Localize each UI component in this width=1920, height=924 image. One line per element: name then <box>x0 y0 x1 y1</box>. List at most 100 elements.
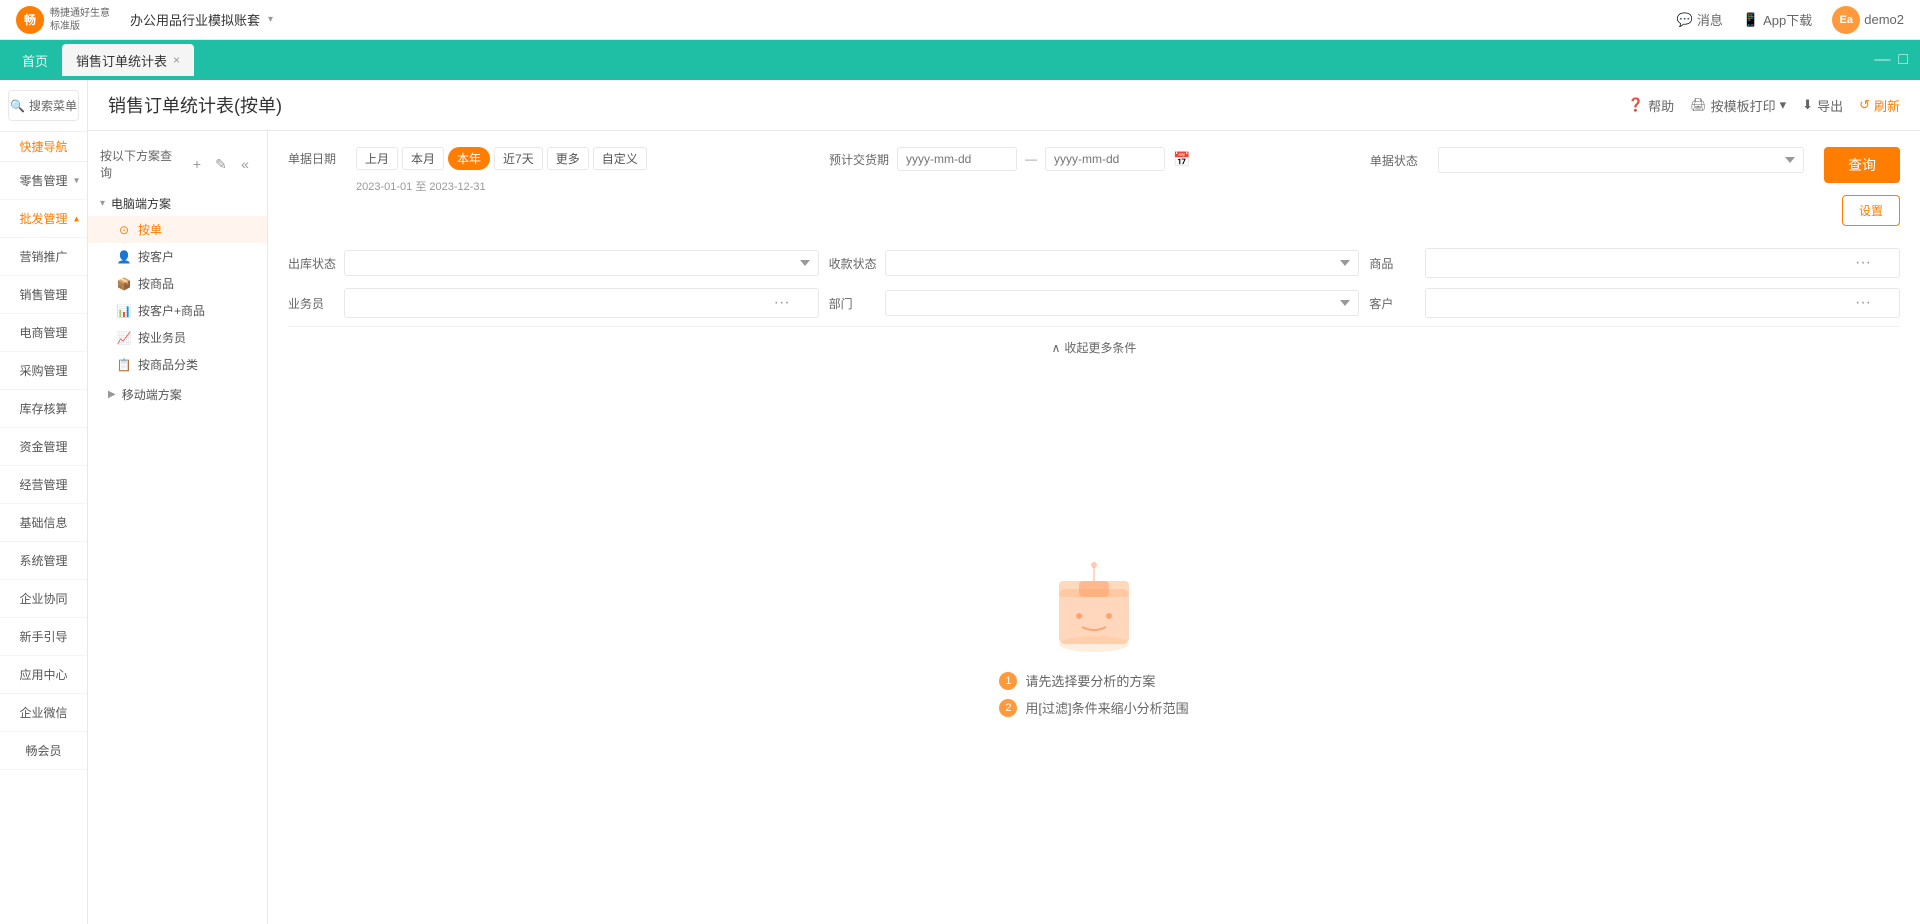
sidebar-item-wholesale[interactable]: 批发管理 ▴ <box>0 200 87 238</box>
calendar-icon[interactable]: 📅 <box>1173 151 1190 168</box>
pc-group-header[interactable]: ▾ 电脑端方案 <box>88 191 267 216</box>
sidebar-item-purchase[interactable]: 采购管理 <box>0 352 87 390</box>
product-dots-icon: ··· <box>1855 254 1871 272</box>
hint-item-1: 1 请先选择要分析的方案 <box>999 671 1188 690</box>
message-action[interactable]: 💬 消息 <box>1677 10 1723 29</box>
header-title: 办公用品行业模拟账套 <box>130 10 260 29</box>
print-btn[interactable]: 🖨 按模板打印 ▾ <box>1690 96 1786 115</box>
dept-select-wrapper <box>885 290 1360 316</box>
sidebar-item-system[interactable]: 系统管理 <box>0 542 87 580</box>
customer-multi-select[interactable]: ··· <box>1425 288 1900 318</box>
marketing-label: 营销推广 <box>19 248 67 265</box>
scheme-by-customer[interactable]: 👤 按客户 <box>88 243 267 270</box>
filter-row-2: 出库状态 收款状态 <box>288 248 1900 278</box>
help-icon: ❓ <box>1628 97 1644 113</box>
sidebar-item-finance[interactable]: 资金管理 <box>0 428 87 466</box>
scheme-by-product[interactable]: 📦 按商品 <box>88 270 267 297</box>
ship-status-select[interactable] <box>344 250 819 276</box>
sidebar-item-corp[interactable]: 企业协同 <box>0 580 87 618</box>
edit-scheme-btn[interactable]: ✎ <box>211 154 231 174</box>
retail-label: 零售管理 <box>19 172 67 189</box>
date-btn-custom[interactable]: 自定义 <box>593 147 647 170</box>
product-multi-select[interactable]: ··· <box>1425 248 1900 278</box>
help-btn[interactable]: ❓ 帮助 <box>1628 96 1674 115</box>
help-label: 帮助 <box>1648 96 1674 115</box>
tab-sales-order[interactable]: 销售订单统计表 × <box>62 44 194 76</box>
page-header-top: 销售订单统计表(按单) ❓ 帮助 🖨 按模板打印 ▾ ⬇ 导出 <box>108 92 1900 118</box>
by-cust-prod-label: 按客户+商品 <box>138 302 205 319</box>
status-filter-group: 单据状态 <box>1370 147 1804 173</box>
refresh-icon: ↺ <box>1859 97 1870 113</box>
delivery-date-to[interactable] <box>1045 147 1165 171</box>
sidebar-item-retail[interactable]: 零售管理 ▾ <box>0 162 87 200</box>
user-action[interactable]: Ea demo2 <box>1832 6 1904 34</box>
date-buttons: 上月 本月 本年 近7天 更多 自定义 <box>356 147 647 170</box>
member-label: 畅会员 <box>25 742 61 759</box>
sidebar-item-ecommerce[interactable]: 电商管理 <box>0 314 87 352</box>
main-layout: 🔍 搜索菜单 快捷导航 零售管理 ▾ 批发管理 ▴ 营销推广 销售管理 电商管理… <box>0 80 1920 924</box>
date-btn-last-month[interactable]: 上月 <box>356 147 398 170</box>
date-filter-group: 单据日期 上月 本月 本年 近7天 更多 自定义 2023-01-0 <box>288 147 809 194</box>
sidebar-item-member[interactable]: 畅会员 <box>0 732 87 770</box>
quick-nav-area: 快捷导航 <box>0 132 87 162</box>
tab-sales-label: 销售订单统计表 <box>76 51 167 70</box>
tab-bar-right: — □ <box>1874 51 1920 69</box>
window-min-btn[interactable]: — <box>1874 51 1890 69</box>
sidebar-item-apps[interactable]: 应用中心 <box>0 656 87 694</box>
date-btn-more[interactable]: 更多 <box>547 147 589 170</box>
date-btn-this-year[interactable]: 本年 <box>448 147 490 170</box>
scheme-by-category[interactable]: 📋 按商品分类 <box>88 351 267 378</box>
refresh-btn[interactable]: ↺ 刷新 <box>1859 96 1900 115</box>
collapse-panel-btn[interactable]: « <box>235 154 255 174</box>
by-customer-icon: 👤 <box>116 249 132 265</box>
pay-status-group: 收款状态 <box>829 248 1360 278</box>
scheme-by-order[interactable]: ⊙ 按单 <box>88 216 267 243</box>
by-category-label: 按商品分类 <box>138 356 198 373</box>
delivery-date-from[interactable] <box>897 147 1017 171</box>
app-download-action[interactable]: 📱 App下载 <box>1743 10 1812 29</box>
panel-header: 按以下方案查询 + ✎ « <box>88 141 267 187</box>
window-max-btn[interactable]: □ <box>1898 51 1908 69</box>
scheme-by-cust-prod[interactable]: 📊 按客户+商品 <box>88 297 267 324</box>
search-icon: 🔍 <box>10 99 25 113</box>
sidebar-item-inventory[interactable]: 库存核算 <box>0 390 87 428</box>
sidebar-item-operation[interactable]: 经营管理 <box>0 466 87 504</box>
sales-label: 销售管理 <box>19 286 67 303</box>
sidebar-item-basic[interactable]: 基础信息 <box>0 504 87 542</box>
dept-select[interactable] <box>885 290 1360 316</box>
ecommerce-label: 电商管理 <box>19 324 67 341</box>
sidebar-item-sales[interactable]: 销售管理 <box>0 276 87 314</box>
app-download-label: App下载 <box>1763 10 1812 29</box>
page-header: 销售订单统计表(按单) ❓ 帮助 🖨 按模板打印 ▾ ⬇ 导出 <box>88 80 1920 131</box>
tab-home[interactable]: 首页 <box>8 44 62 76</box>
tab-home-label: 首页 <box>22 51 48 70</box>
collapse-more-btn[interactable]: ∧ 收起更多条件 <box>1040 335 1149 360</box>
settings-button[interactable]: 设置 <box>1842 195 1900 226</box>
pc-scheme-group: ▾ 电脑端方案 ⊙ 按单 👤 按客户 📦 按商品 <box>88 187 267 382</box>
product-label: 商品 <box>1369 255 1417 272</box>
header-dropdown-icon[interactable]: ▾ <box>268 14 273 25</box>
date-btn-7days[interactable]: 近7天 <box>494 147 543 170</box>
export-icon: ⬇ <box>1802 97 1813 113</box>
quick-nav-link[interactable]: 快捷导航 <box>19 138 67 155</box>
add-scheme-btn[interactable]: + <box>187 154 207 174</box>
logo-text: 畅捷通好生意 标准版 <box>50 7 110 33</box>
filter-result-area: 单据日期 上月 本月 本年 近7天 更多 自定义 2023-01-0 <box>268 131 1920 924</box>
export-btn[interactable]: ⬇ 导出 <box>1802 96 1843 115</box>
sidebar-item-newuser[interactable]: 新手引导 <box>0 618 87 656</box>
pay-status-select[interactable] <box>885 250 1360 276</box>
tab-close-icon[interactable]: × <box>173 53 180 67</box>
mobile-group-header[interactable]: ▶ 移动端方案 <box>88 382 267 407</box>
download-icon: 📱 <box>1743 12 1759 28</box>
date-btn-this-month[interactable]: 本月 <box>402 147 444 170</box>
sidebar-item-wechat[interactable]: 企业微信 <box>0 694 87 732</box>
scheme-by-salesman[interactable]: 📈 按业务员 <box>88 324 267 351</box>
hint-num-2: 2 <box>999 699 1017 717</box>
query-button[interactable]: 查询 <box>1824 147 1900 183</box>
sidebar-item-marketing[interactable]: 营销推广 <box>0 238 87 276</box>
status-select[interactable] <box>1438 147 1804 173</box>
search-menu-btn[interactable]: 🔍 搜索菜单 <box>8 90 79 121</box>
salesman-multi-select[interactable]: ··· <box>344 288 819 318</box>
refresh-label: 刷新 <box>1874 96 1900 115</box>
user-avatar: Ea <box>1832 6 1860 34</box>
